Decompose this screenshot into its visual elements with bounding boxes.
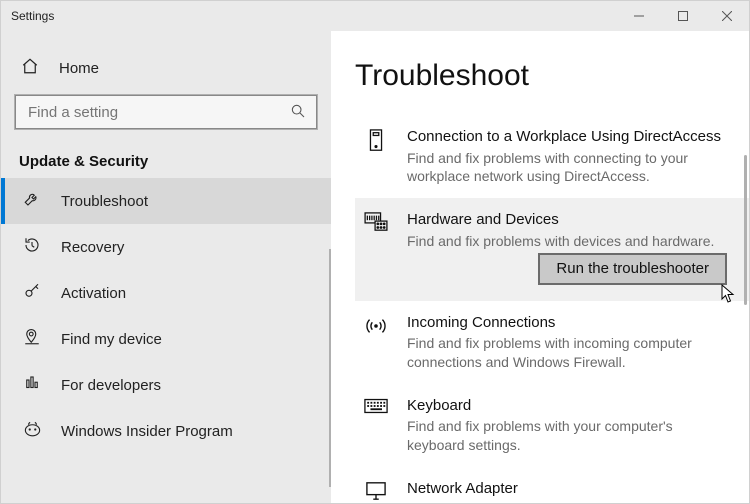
troubleshooter-title: Network Adapter bbox=[407, 479, 729, 499]
sidebar-item-label: For developers bbox=[61, 377, 161, 394]
troubleshooter-desc: Find and fix problems with connecting to… bbox=[407, 149, 729, 187]
troubleshooter-desc: Find and fix problems with your computer… bbox=[407, 417, 729, 455]
sidebar-item-label: Find my device bbox=[61, 331, 162, 348]
maximize-button[interactable] bbox=[661, 1, 705, 31]
run-troubleshooter-button[interactable]: Run the troubleshooter bbox=[538, 253, 727, 285]
sidebar-section-title: Update & Security bbox=[1, 139, 331, 178]
search-icon bbox=[290, 103, 306, 122]
insider-icon bbox=[21, 420, 43, 443]
sidebar-item-label: Home bbox=[59, 60, 99, 77]
sidebar-item-insider[interactable]: Windows Insider Program bbox=[1, 408, 331, 454]
troubleshooter-title: Keyboard bbox=[407, 396, 729, 416]
troubleshooter-desc: Find and fix problems with incoming comp… bbox=[407, 334, 729, 372]
search-field[interactable] bbox=[26, 103, 290, 122]
sidebar-item-label: Windows Insider Program bbox=[61, 423, 233, 440]
troubleshooter-list: Connection to a Workplace Using DirectAc… bbox=[355, 115, 749, 503]
sidebar-item-find-my-device[interactable]: Find my device bbox=[1, 316, 331, 362]
developer-icon bbox=[21, 374, 43, 396]
troubleshooter-item-hardware[interactable]: Hardware and Devices Find and fix proble… bbox=[355, 198, 749, 300]
main-scrollbar[interactable] bbox=[744, 155, 747, 305]
window-controls bbox=[617, 1, 749, 31]
troubleshooter-title: Hardware and Devices bbox=[407, 210, 729, 230]
minimize-button[interactable] bbox=[617, 1, 661, 31]
main-panel: Troubleshoot Connection to a Workplace U… bbox=[331, 31, 749, 503]
sidebar-item-developers[interactable]: For developers bbox=[1, 362, 331, 408]
workplace-icon bbox=[363, 127, 389, 186]
history-icon bbox=[21, 236, 43, 258]
wrench-icon bbox=[21, 190, 43, 212]
sidebar-item-label: Activation bbox=[61, 285, 126, 302]
hardware-icon bbox=[363, 210, 389, 250]
antenna-icon bbox=[363, 313, 389, 372]
troubleshooter-item-keyboard[interactable]: Keyboard Find and fix problems with your… bbox=[355, 384, 749, 467]
sidebar-item-home[interactable]: Home bbox=[1, 47, 331, 89]
window-title: Settings bbox=[11, 9, 617, 23]
troubleshooter-item-directaccess[interactable]: Connection to a Workplace Using DirectAc… bbox=[355, 115, 749, 198]
sidebar-item-troubleshoot[interactable]: Troubleshoot bbox=[1, 178, 331, 224]
sidebar-item-recovery[interactable]: Recovery bbox=[1, 224, 331, 270]
location-icon bbox=[21, 328, 43, 350]
troubleshooter-desc: Find and fix problems with devices and h… bbox=[407, 232, 729, 251]
home-icon bbox=[19, 57, 41, 79]
troubleshooter-item-network-adapter[interactable]: Network Adapter bbox=[355, 467, 749, 503]
sidebar-item-label: Troubleshoot bbox=[61, 193, 148, 210]
title-bar: Settings bbox=[1, 1, 749, 31]
monitor-icon bbox=[363, 479, 389, 501]
page-title: Troubleshoot bbox=[355, 59, 749, 93]
sidebar-item-activation[interactable]: Activation bbox=[1, 270, 331, 316]
troubleshooter-item-incoming[interactable]: Incoming Connections Find and fix proble… bbox=[355, 301, 749, 384]
troubleshooter-title: Connection to a Workplace Using DirectAc… bbox=[407, 127, 729, 147]
close-button[interactable] bbox=[705, 1, 749, 31]
troubleshooter-title: Incoming Connections bbox=[407, 313, 729, 333]
sidebar-item-label: Recovery bbox=[61, 239, 124, 256]
search-input[interactable] bbox=[15, 95, 317, 129]
sidebar: Home Update & Security Troubleshoot Reco… bbox=[1, 31, 331, 503]
keyboard-icon bbox=[363, 396, 389, 455]
key-icon bbox=[21, 282, 43, 304]
